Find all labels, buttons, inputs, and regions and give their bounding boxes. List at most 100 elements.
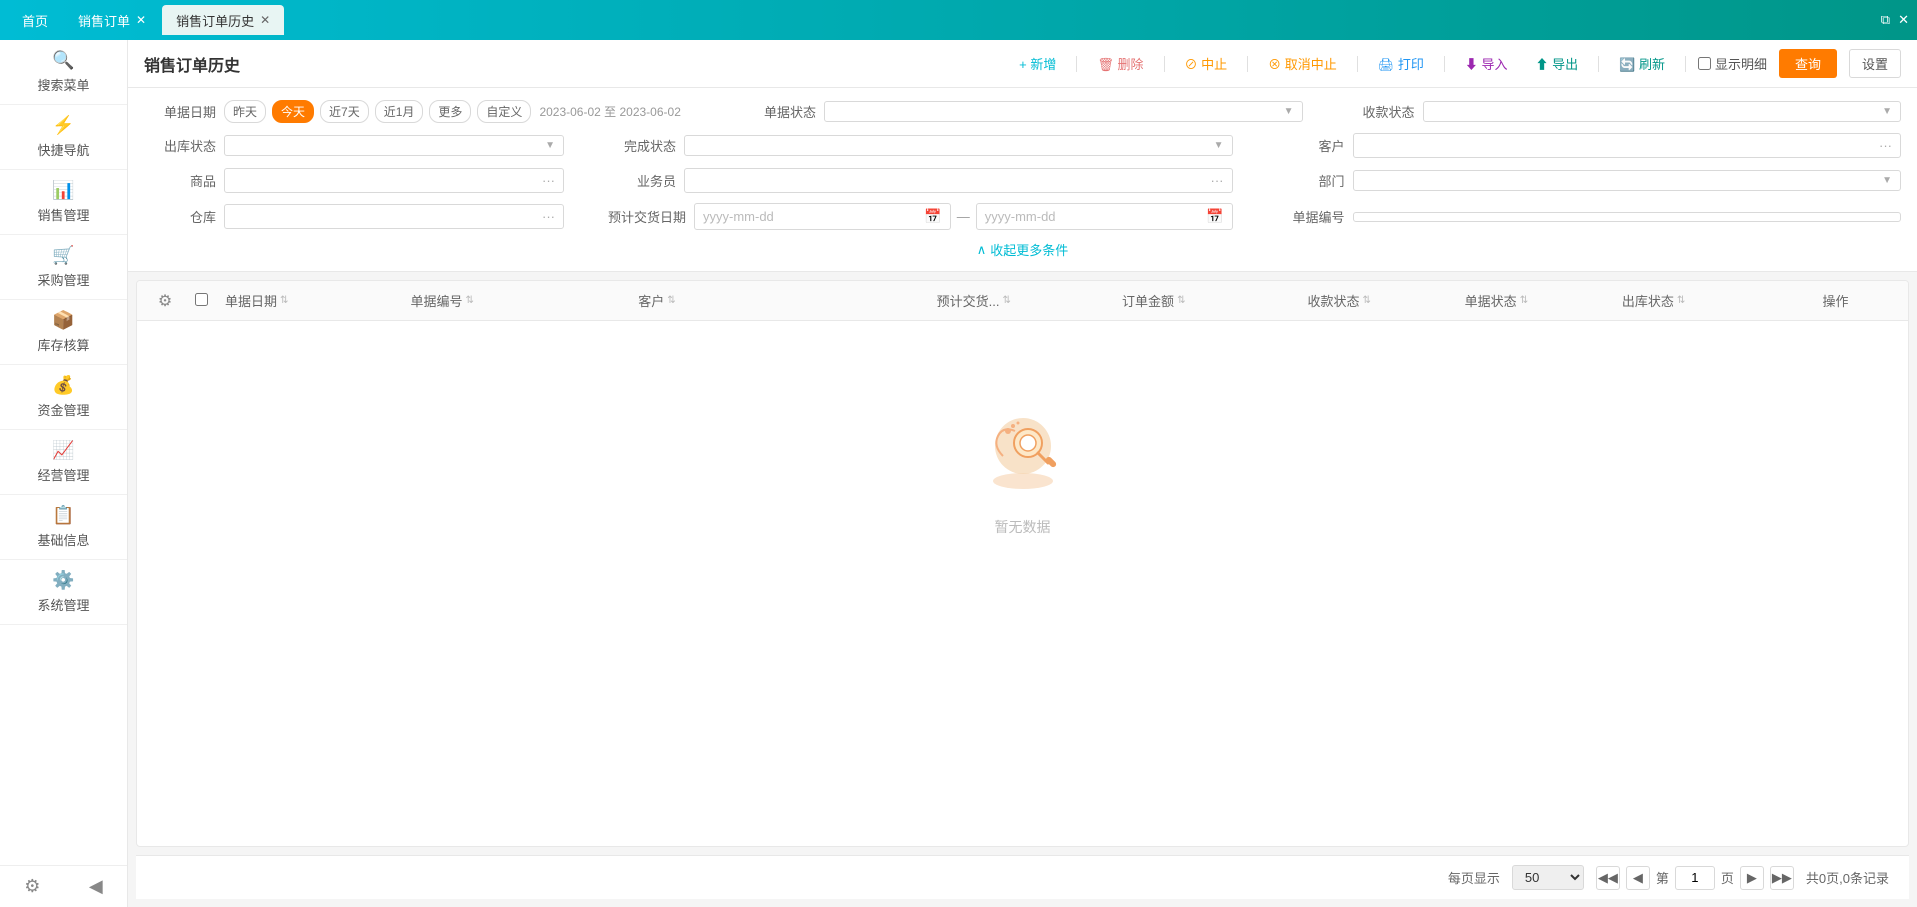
page-label: 第 [1656, 868, 1669, 887]
delivery-end-placeholder: yyyy-mm-dd [985, 209, 1056, 224]
delivery-start-input[interactable]: yyyy-mm-dd 📅 [694, 203, 951, 230]
per-page-select[interactable]: 50 20 100 [1512, 865, 1584, 890]
query-button[interactable]: 查询 [1779, 49, 1837, 78]
sidebar-item-finance[interactable]: 💰 资金管理 [0, 365, 127, 430]
close-window-icon[interactable]: ✕ [1898, 12, 1909, 28]
delivery-end-input[interactable]: yyyy-mm-dd 📅 [976, 203, 1233, 230]
page-input[interactable] [1675, 866, 1715, 890]
last-page-button[interactable]: ▶▶ [1770, 866, 1794, 890]
date-btn-7days[interactable]: 近7天 [320, 100, 369, 123]
sidebar-system-label: 系统管理 [37, 595, 89, 614]
th-date[interactable]: 单据日期 ⇅ [217, 291, 402, 310]
import-button[interactable]: ⬇ 导入 [1457, 50, 1516, 77]
th-out-status[interactable]: 出库状态 ⇅ [1614, 291, 1771, 310]
empty-state: 暂无数据 [137, 321, 1908, 617]
date-btn-yesterday[interactable]: 昨天 [224, 100, 266, 123]
per-page-label: 每页显示 [1448, 868, 1500, 887]
prev-page-button[interactable]: ◀ [1626, 866, 1650, 890]
cancel-button[interactable]: ⊗ 取消中止 [1260, 50, 1345, 77]
purchase-mgmt-icon: 🛒 [52, 245, 74, 266]
stop-button[interactable]: ⊘ 中止 [1177, 50, 1236, 77]
goods-input[interactable]: ··· [224, 168, 564, 193]
th-delivery[interactable]: 预计交货... ⇅ [929, 291, 1114, 310]
divider-1 [1076, 56, 1077, 72]
display-detail-checkbox[interactable]: 显示明细 [1698, 54, 1767, 73]
tab-sales-order-close[interactable]: ✕ [136, 13, 146, 27]
sidebar-item-basic[interactable]: 📋 基础信息 [0, 495, 127, 560]
first-page-icon: ◀◀ [1598, 870, 1618, 886]
out-status-select[interactable]: ▼ [224, 135, 564, 156]
sidebar-item-purchase[interactable]: 🛒 采购管理 [0, 235, 127, 300]
th-delivery-sort: ⇅ [1002, 295, 1010, 306]
date-btn-today[interactable]: 今天 [272, 100, 314, 123]
sidebar-collapse-icon[interactable]: ◀ [89, 876, 103, 897]
th-gear[interactable]: ⚙ [145, 291, 185, 311]
sidebar-finance-label: 资金管理 [37, 400, 89, 419]
complete-status-arrow: ▼ [1214, 140, 1224, 151]
select-all-checkbox[interactable] [195, 293, 208, 306]
date-btn-more[interactable]: 更多 [429, 100, 471, 123]
prev-page-icon: ◀ [1633, 870, 1643, 886]
topbar-right: ⧉ ✕ [1881, 12, 1909, 28]
tab-home[interactable]: 首页 [8, 5, 62, 35]
warehouse-input[interactable]: ··· [224, 204, 564, 229]
sidebar-item-search[interactable]: 🔍 搜索菜单 [0, 40, 127, 105]
customer-input[interactable]: ··· [1353, 133, 1902, 158]
order-status-select[interactable]: ▼ [824, 101, 1303, 122]
display-detail-label: 显示明细 [1715, 54, 1767, 73]
settings-button[interactable]: 设置 [1849, 49, 1901, 78]
sidebar-quicknav-label: 快捷导航 [37, 140, 89, 159]
collapse-row[interactable]: ∧ 收起更多条件 [144, 240, 1901, 259]
display-detail-input[interactable] [1698, 57, 1711, 70]
export-button[interactable]: ⬆ 导出 [1528, 50, 1587, 77]
page-of-label: 页 [1721, 868, 1734, 887]
date-dash: — [957, 209, 970, 224]
th-amount[interactable]: 订单金额 ⇅ [1114, 291, 1299, 310]
sidebar-item-inventory[interactable]: 📦 库存核算 [0, 300, 127, 365]
th-number[interactable]: 单据编号 ⇅ [402, 291, 630, 310]
inventory-icon: 📦 [52, 310, 74, 331]
sidebar-item-operations[interactable]: 📈 经营管理 [0, 430, 127, 495]
customer-dots: ··· [1879, 138, 1892, 153]
pagination: ◀◀ ◀ 第 页 ▶ ▶▶ [1596, 866, 1794, 890]
th-receipt-status[interactable]: 收款状态 ⇅ [1299, 291, 1456, 310]
receipt-status-label: 收款状态 [1343, 102, 1423, 121]
th-customer[interactable]: 客户 ⇅ [630, 291, 928, 310]
sidebar-settings-icon[interactable]: ⚙ [24, 876, 40, 897]
new-button[interactable]: + 新增 [1011, 50, 1064, 77]
sidebar-basic-label: 基础信息 [37, 530, 89, 549]
restore-icon[interactable]: ⧉ [1881, 12, 1890, 28]
order-no-input[interactable] [1353, 212, 1902, 222]
tab-sales-history-close[interactable]: ✕ [260, 13, 270, 27]
finance-icon: 💰 [52, 375, 74, 396]
divider-4 [1357, 56, 1358, 72]
receipt-status-select[interactable]: ▼ [1423, 101, 1902, 122]
quick-nav-icon: ⚡ [52, 115, 74, 136]
tab-sales-history[interactable]: 销售订单历史 ✕ [162, 5, 284, 35]
delete-button[interactable]: 🗑 删除 [1089, 50, 1151, 77]
delivery-end-cal-icon: 📅 [1206, 208, 1223, 225]
dept-select[interactable]: ▼ [1353, 170, 1902, 191]
date-range-text: 2023-06-02 至 2023-06-02 [539, 103, 680, 120]
date-btn-custom[interactable]: 自定义 [477, 100, 531, 123]
next-page-button[interactable]: ▶ [1740, 866, 1764, 890]
salesperson-input[interactable]: ··· [684, 168, 1233, 193]
th-checkbox[interactable] [185, 293, 217, 309]
date-btn-1month[interactable]: 近1月 [375, 100, 424, 123]
tab-sales-history-label: 销售订单历史 [176, 11, 254, 30]
collapse-icon: ∧ [977, 242, 987, 258]
sidebar-item-quicknav[interactable]: ⚡ 快捷导航 [0, 105, 127, 170]
th-order-status[interactable]: 单据状态 ⇅ [1457, 291, 1614, 310]
dept-label: 部门 [1273, 171, 1353, 190]
filter-row-date: 单据日期 昨天 今天 近7天 近1月 更多 自定义 2023-06-02 至 2… [144, 100, 1901, 123]
first-page-button[interactable]: ◀◀ [1596, 866, 1620, 890]
table-header: ⚙ 单据日期 ⇅ 单据编号 ⇅ 客户 ⇅ 预计交货... [137, 281, 1908, 321]
sidebar-item-sales[interactable]: 📊 销售管理 [0, 170, 127, 235]
sidebar-item-system[interactable]: ⚙️ 系统管理 [0, 560, 127, 625]
complete-status-select[interactable]: ▼ [684, 135, 1233, 156]
tab-sales-order[interactable]: 销售订单 ✕ [64, 5, 160, 35]
th-out-status-label: 出库状态 [1622, 291, 1674, 310]
dept-arrow: ▼ [1882, 175, 1892, 186]
print-button[interactable]: 🖨 打印 [1370, 50, 1432, 77]
refresh-button[interactable]: 🔄 刷新 [1611, 50, 1673, 77]
